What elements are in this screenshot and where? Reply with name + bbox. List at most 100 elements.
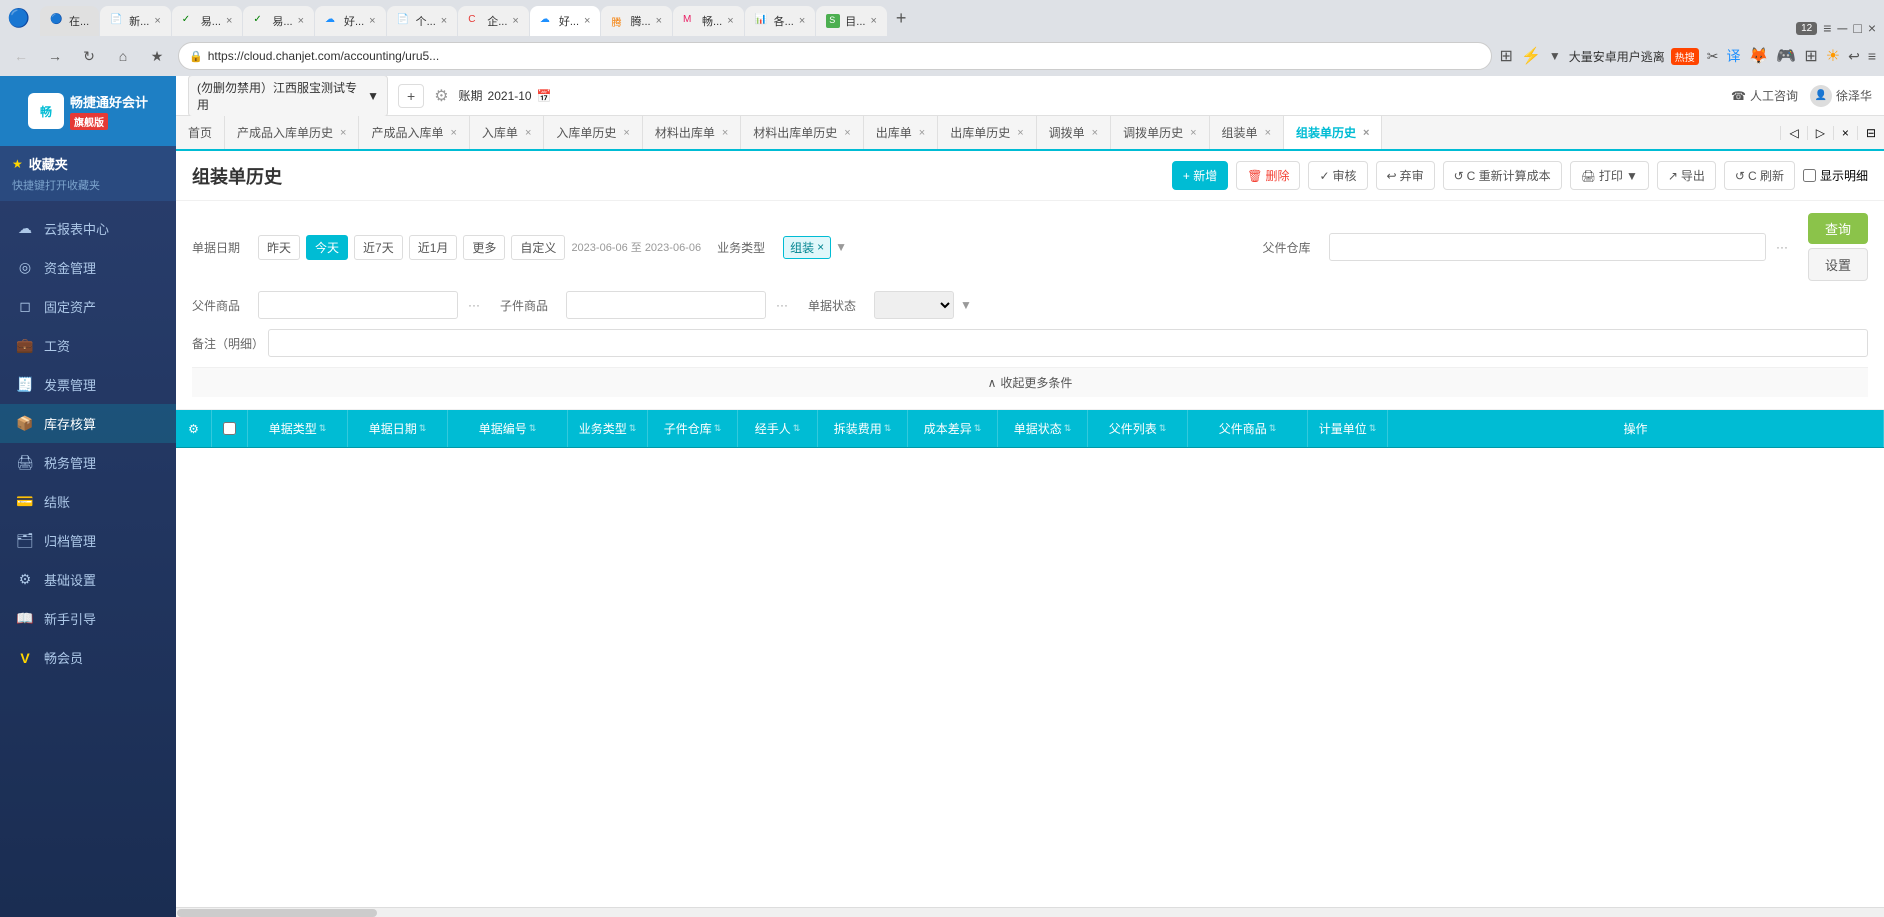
page-tab-12[interactable]: 组装单历史 × [1284,116,1382,151]
bill-status-select[interactable] [874,291,954,319]
parent-wh-input[interactable] [1329,233,1766,261]
qr-code-button[interactable]: ⊞ [1500,46,1513,66]
browser-tab-2[interactable]: 📄 新... × [100,6,171,36]
tab-close-current[interactable]: × [1834,126,1858,140]
show-detail-toggle[interactable]: 显示明细 [1803,167,1868,184]
forward-button[interactable]: → [42,43,68,69]
sidebar-item-guide[interactable]: 📖 新手引导 [0,599,176,638]
tab-close-6[interactable]: × [441,15,447,27]
tab-close-5[interactable]: × [369,15,375,27]
browser-tab-1[interactable]: 🔵 在... [40,6,99,36]
page-tab-4[interactable]: 入库单历史 × [544,116,642,149]
biz-tag-close[interactable]: × [817,240,824,254]
minimize-button[interactable]: ─ [1837,20,1847,36]
browser-tab-12[interactable]: S 目... × [816,6,887,36]
sub-goods-more[interactable]: ··· [772,298,792,312]
parent-goods-input[interactable] [258,291,458,319]
maximize-button[interactable]: □ [1853,20,1861,36]
yesterday-btn[interactable]: 昨天 [258,235,300,260]
scrollbar-thumb[interactable] [177,909,377,917]
page-tab-close-6[interactable]: × [844,127,850,139]
sidebar-item-tax[interactable]: 🖨 税务管理 [0,443,176,482]
page-tab-close-9[interactable]: × [1092,127,1098,139]
sidebar-item-fund[interactable]: ◎ 资金管理 [0,248,176,287]
browser-tab-10[interactable]: M 畅... × [673,6,744,36]
sidebar-item-settle[interactable]: 💳 结账 [0,482,176,521]
tab-close-9[interactable]: × [656,15,662,27]
page-tab-close-8[interactable]: × [1017,127,1023,139]
th-no[interactable]: 单据编号 ⇅ [448,410,568,447]
game-button[interactable]: 🎮 [1776,46,1796,66]
sidebar-item-wage[interactable]: 💼 工资 [0,326,176,365]
browser-tab-8[interactable]: ☁ 好... × [530,6,601,36]
company-selector[interactable]: (勿删勿禁用）江西服宝测试专用 ▼ [188,76,388,117]
tab-close-8[interactable]: × [584,15,590,27]
sidebar-item-inventory[interactable]: 📦 库存核算 [0,404,176,443]
page-tab-2[interactable]: 产成品入库单 × [359,116,469,149]
tab-close-4[interactable]: × [298,15,304,27]
refresh-button[interactable]: ↺ C 刷新 [1724,161,1795,190]
th-check[interactable] [212,410,248,447]
page-tab-close-4[interactable]: × [623,127,629,139]
page-tab-1[interactable]: 产成品入库单历史 × [225,116,359,149]
page-tab-close-3[interactable]: × [525,127,531,139]
browser-tab-7[interactable]: C 企... × [458,6,529,36]
back-button[interactable]: ← [8,43,34,69]
page-tab-close-2[interactable]: × [450,127,456,139]
bookmark-sub[interactable]: 快捷键打开收藏夹 [12,177,164,193]
settings-button[interactable]: ☀ [1826,46,1840,66]
print-button[interactable]: 🖨 打印 ▼ [1570,161,1649,190]
page-tab-7[interactable]: 出库单 × [864,116,938,149]
page-tab-close-12[interactable]: × [1363,127,1369,139]
dropdown-button[interactable]: ▼ [1549,49,1561,63]
th-settings[interactable]: ⚙ [176,410,212,447]
query-button[interactable]: 查询 [1808,213,1868,244]
tabs-scroll-left[interactable]: ◁ [1781,126,1807,140]
apps-button[interactable]: ⊞ [1804,46,1817,66]
show-detail-checkbox[interactable] [1803,169,1816,182]
th-subwh[interactable]: 子件仓库 ⇅ [648,410,738,447]
sub-goods-input[interactable] [566,291,766,319]
export-button[interactable]: ↗ 导出 [1657,161,1716,190]
sidebar-item-fixed-asset[interactable]: ◻ 固定资产 [0,287,176,326]
th-unit[interactable]: 计量单位 ⇅ [1308,410,1388,447]
page-tab-close-1[interactable]: × [340,127,346,139]
browser-tab-3[interactable]: ✓ 易... × [172,6,243,36]
tab-close-7[interactable]: × [512,15,518,27]
page-tab-11[interactable]: 组装单 × [1210,116,1284,149]
support-button[interactable]: ☎ 人工咨询 [1731,87,1798,104]
th-handler[interactable]: 经手人 ⇅ [738,410,818,447]
horizontal-scrollbar[interactable] [176,907,1884,917]
th-parentlist[interactable]: 父件列表 ⇅ [1088,410,1188,447]
collapse-filter-btn[interactable]: ∧ 收起更多条件 [192,367,1868,397]
new-tab-button[interactable]: + [888,8,915,29]
translate-button[interactable]: 译 [1727,46,1741,66]
page-tab-close-10[interactable]: × [1190,127,1196,139]
address-bar[interactable]: 🔒 https://cloud.chanjet.com/accounting/u… [178,42,1492,70]
th-splitcost[interactable]: 拆装费用 ⇅ [818,410,908,447]
page-tab-5[interactable]: 材料出库单 × [643,116,741,149]
sidebar-item-cloud-report[interactable]: ☁ 云报表中心 [0,209,176,248]
tab-close-3[interactable]: × [226,15,232,27]
tab-close-10[interactable]: × [727,15,733,27]
parent-wh-more[interactable]: ··· [1772,240,1792,254]
sidebar-item-invoice[interactable]: 🧾 发票管理 [0,365,176,404]
recalculate-button[interactable]: ↺ C 重新计算成本 [1443,161,1562,190]
emoji-button[interactable]: 🦊 [1749,46,1769,66]
browser-tab-11[interactable]: 📊 各... × [745,6,816,36]
page-tab-9[interactable]: 调拨单 × [1037,116,1111,149]
sidebar-item-member[interactable]: V 畅会员 [0,638,176,677]
notes-input[interactable] [268,329,1868,357]
browser-tab-5[interactable]: ☁ 好... × [315,6,386,36]
browser-tab-9[interactable]: 腾 腾... × [601,6,672,36]
page-tab-6[interactable]: 材料出库单历史 × [741,116,863,149]
scissors-button[interactable]: ✂ [1707,48,1719,65]
more-btn[interactable]: 更多 [463,235,505,260]
page-tab-8[interactable]: 出库单历史 × [938,116,1036,149]
select-all-checkbox[interactable] [223,422,236,435]
bill-status-dropdown[interactable]: ▼ [960,298,972,312]
reload-button[interactable]: ↻ [76,43,102,69]
browser-more-button[interactable]: ≡ [1868,48,1876,64]
page-tab-home[interactable]: 首页 [176,116,225,149]
th-biztype[interactable]: 业务类型 ⇅ [568,410,648,447]
